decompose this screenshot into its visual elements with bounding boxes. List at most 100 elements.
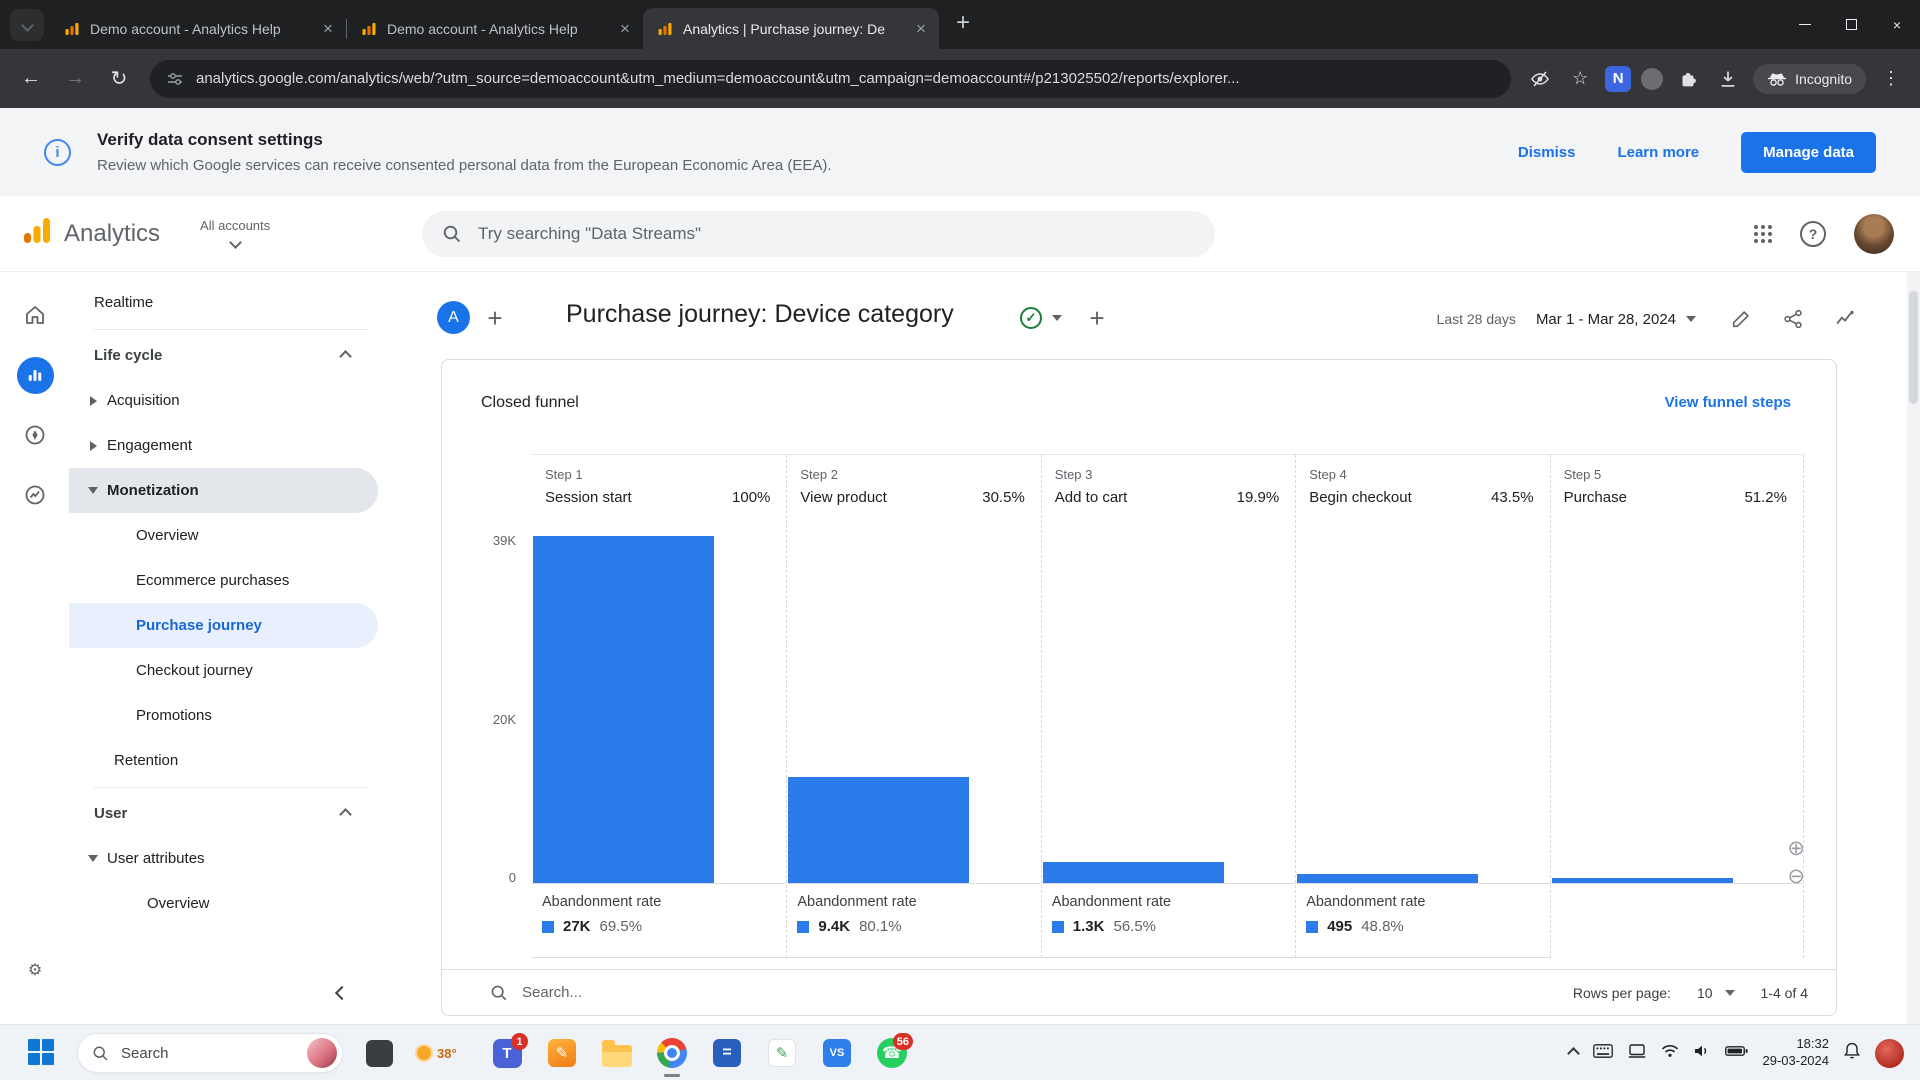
- taskbar-clock[interactable]: 18:32 29-03-2024: [1763, 1036, 1830, 1070]
- date-range-picker[interactable]: Mar 1 - Mar 28, 2024: [1536, 311, 1696, 328]
- eye-off-icon[interactable]: [1525, 64, 1555, 94]
- global-search-input[interactable]: [478, 224, 1195, 244]
- extension-icon[interactable]: [1641, 67, 1664, 90]
- forward-button[interactable]: →: [58, 62, 92, 96]
- back-button[interactable]: ←: [14, 62, 48, 96]
- downloads-icon[interactable]: [1713, 64, 1743, 94]
- scrollbar-thumb[interactable]: [1909, 291, 1918, 404]
- funnel-bar[interactable]: [788, 777, 970, 883]
- incognito-badge[interactable]: Incognito: [1753, 63, 1866, 94]
- funnel-bar[interactable]: [1297, 873, 1479, 883]
- funnel-bar[interactable]: [1551, 878, 1733, 883]
- view-funnel-steps-link[interactable]: View funnel steps: [1665, 394, 1791, 412]
- funnel-step-5: Step 5 Purchase 51.2%: [1549, 455, 1804, 958]
- table-search-input[interactable]: [522, 984, 762, 1001]
- battery-icon[interactable]: [1724, 1044, 1748, 1062]
- analytics-favicon: [65, 22, 79, 35]
- maximize-button[interactable]: [1828, 0, 1874, 49]
- insights-icon[interactable]: [1832, 306, 1858, 332]
- reports-icon[interactable]: [13, 353, 57, 397]
- dismiss-button[interactable]: Dismiss: [1518, 144, 1576, 161]
- volume-icon[interactable]: [1694, 1044, 1710, 1063]
- extensions-puzzle-icon[interactable]: [1673, 64, 1703, 94]
- sidebar-item-ecommerce-purchases[interactable]: Ecommerce purchases: [69, 558, 380, 603]
- sidebar-item-monetization[interactable]: Monetization: [69, 468, 378, 513]
- browser-tab-2[interactable]: Demo account - Analytics Help ×: [347, 8, 643, 49]
- reload-button[interactable]: ↻: [102, 62, 136, 96]
- browser-tab-active[interactable]: Analytics | Purchase journey: De ×: [643, 8, 939, 49]
- tray-overflow-icon[interactable]: [1566, 1046, 1580, 1060]
- calculator-icon[interactable]: =: [710, 1033, 744, 1073]
- browser-menu-icon[interactable]: ⋮: [1876, 64, 1906, 94]
- collapse-sidebar-button[interactable]: [334, 985, 350, 1002]
- close-tab-icon[interactable]: ×: [615, 19, 635, 39]
- site-settings-icon[interactable]: [166, 70, 184, 88]
- search-highlight-image[interactable]: [307, 1038, 337, 1068]
- close-tab-icon[interactable]: ×: [318, 19, 338, 39]
- admin-gear-icon[interactable]: ⚙: [13, 948, 57, 992]
- screen-recorder-icon[interactable]: [1875, 1038, 1904, 1068]
- sidebar-item-user-overview[interactable]: Overview: [69, 881, 380, 926]
- wifi-icon[interactable]: [1661, 1044, 1679, 1063]
- sidebar-item-engagement[interactable]: Engagement: [69, 423, 380, 468]
- funnel-bar[interactable]: [1042, 861, 1224, 883]
- keyboard-icon[interactable]: [1592, 1043, 1613, 1063]
- notifications-bell-icon[interactable]: [1844, 1042, 1860, 1065]
- file-explorer-icon[interactable]: [600, 1033, 634, 1073]
- zoom-out-icon[interactable]: ⊖: [1787, 866, 1805, 887]
- sidebar-section-user[interactable]: User: [69, 791, 380, 836]
- help-icon[interactable]: ?: [1800, 220, 1826, 247]
- vscode-icon[interactable]: VS: [820, 1033, 854, 1073]
- sidebar-item-promotions[interactable]: Promotions: [69, 693, 380, 738]
- sidebar-item-checkout-journey[interactable]: Checkout journey: [69, 648, 380, 693]
- funnel-bar[interactable]: [533, 536, 714, 883]
- close-tab-icon[interactable]: ×: [911, 19, 931, 39]
- rows-per-page-select[interactable]: 10: [1697, 985, 1735, 1001]
- notes-app-icon[interactable]: ✎: [545, 1033, 579, 1073]
- new-tab-button[interactable]: +: [949, 9, 977, 37]
- chrome-icon[interactable]: [655, 1033, 689, 1077]
- add-report-button[interactable]: +: [1082, 303, 1112, 333]
- zoom-in-icon[interactable]: ⊕: [1787, 838, 1805, 859]
- sidebar-item-overview[interactable]: Overview: [69, 513, 380, 558]
- collaborator-avatar[interactable]: A: [437, 301, 470, 334]
- sidebar-item-acquisition[interactable]: Acquisition: [69, 378, 380, 423]
- display-icon[interactable]: [1628, 1043, 1646, 1063]
- step-chart: [532, 526, 787, 884]
- sidebar-section-life-cycle[interactable]: Life cycle: [69, 333, 380, 378]
- extension-n-icon[interactable]: N: [1605, 65, 1632, 92]
- user-avatar[interactable]: [1854, 213, 1894, 254]
- share-report-icon[interactable]: [1780, 306, 1806, 332]
- sidebar-item-purchase-journey[interactable]: Purchase journey: [69, 603, 378, 648]
- advertising-icon[interactable]: [13, 473, 57, 517]
- address-bar[interactable]: analytics.google.com/analytics/web/?utm_…: [150, 59, 1512, 98]
- learn-more-button[interactable]: Learn more: [1617, 144, 1699, 161]
- sidebar-item-retention[interactable]: Retention: [69, 738, 380, 783]
- pinned-app-icon[interactable]: [362, 1033, 396, 1073]
- sidebar-item-realtime[interactable]: Realtime: [69, 280, 380, 325]
- add-collaborator-button[interactable]: +: [480, 303, 510, 333]
- report-status-badge[interactable]: ✓: [1020, 307, 1062, 329]
- edit-report-icon[interactable]: [1728, 306, 1754, 332]
- bookmark-star-icon[interactable]: ☆: [1565, 64, 1595, 94]
- sidebar-label: Overview: [136, 527, 199, 544]
- whatsapp-icon[interactable]: ☎ 56: [875, 1033, 913, 1073]
- apps-grid-icon[interactable]: [1754, 224, 1772, 243]
- start-button[interactable]: [28, 1039, 54, 1065]
- sidebar-item-user-attributes[interactable]: User attributes: [69, 836, 380, 881]
- close-window-button[interactable]: ×: [1874, 0, 1920, 49]
- minimize-button[interactable]: [1782, 0, 1828, 49]
- browser-tab-1[interactable]: Demo account - Analytics Help ×: [50, 8, 346, 49]
- tab-search-button[interactable]: [10, 9, 44, 41]
- account-switcher[interactable]: All accounts: [200, 218, 270, 250]
- global-search[interactable]: [422, 211, 1215, 257]
- home-icon[interactable]: [13, 293, 57, 337]
- manage-data-button[interactable]: Manage data: [1741, 131, 1876, 173]
- chat-app-icon[interactable]: T 1: [490, 1033, 528, 1073]
- explore-icon[interactable]: [13, 413, 57, 457]
- editor-app-icon[interactable]: ✎: [765, 1033, 799, 1073]
- weather-widget[interactable]: 38°: [417, 1033, 469, 1073]
- abandonment-label: Abandonment rate: [542, 894, 662, 910]
- taskbar-search[interactable]: Search: [77, 1033, 343, 1073]
- page-scrollbar[interactable]: [1907, 272, 1920, 1024]
